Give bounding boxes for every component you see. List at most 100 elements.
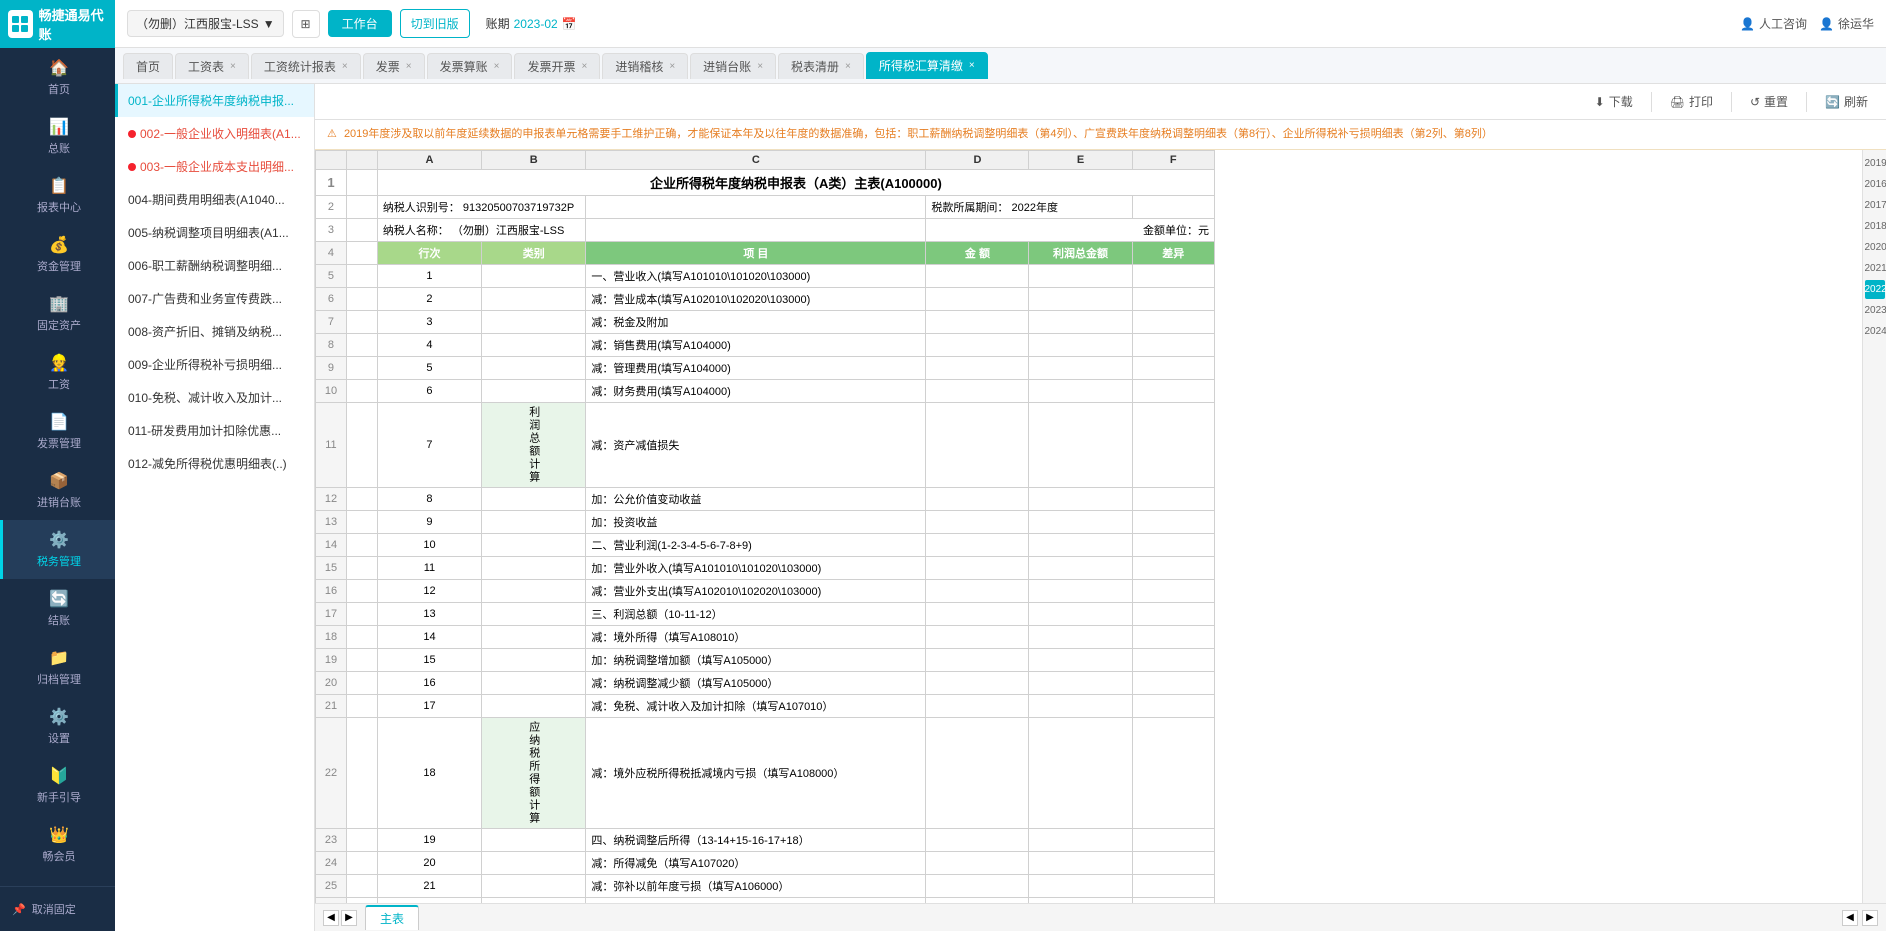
amount-cell[interactable]: [926, 828, 1029, 851]
diff-cell[interactable]: [1132, 533, 1214, 556]
diff-cell[interactable]: [1132, 556, 1214, 579]
reset-button[interactable]: ↺ 重置: [1744, 90, 1794, 113]
profit-cell[interactable]: [1029, 356, 1132, 379]
amount-cell[interactable]: [926, 287, 1029, 310]
profit-cell[interactable]: [1029, 487, 1132, 510]
year-nav-2018[interactable]: 2018: [1865, 217, 1885, 236]
amount-cell[interactable]: [926, 333, 1029, 356]
profit-cell[interactable]: [1029, 264, 1132, 287]
diff-cell[interactable]: [1132, 510, 1214, 533]
tab-payroll[interactable]: 工资表 ×: [175, 53, 249, 79]
user-service-button[interactable]: 👤 人工咨询: [1740, 15, 1807, 32]
form-list-item-011[interactable]: 011-研发费用加计扣除优惠...: [115, 414, 314, 447]
profit-cell[interactable]: [1029, 402, 1132, 487]
tab-income-tax-close[interactable]: ×: [969, 60, 975, 71]
amount-cell[interactable]: [926, 694, 1029, 717]
diff-cell[interactable]: [1132, 264, 1214, 287]
sidebar-item-settings[interactable]: ⚙️ 设置: [0, 697, 115, 756]
profit-cell[interactable]: [1029, 694, 1132, 717]
amount-cell[interactable]: [926, 579, 1029, 602]
profit-cell[interactable]: [1029, 648, 1132, 671]
diff-cell[interactable]: [1132, 356, 1214, 379]
year-nav-2019[interactable]: 2019: [1865, 154, 1885, 173]
old-version-button[interactable]: 切到旧版: [400, 9, 470, 38]
tab-invoice-open-close[interactable]: ×: [581, 61, 587, 72]
sidebar-item-invoice[interactable]: 📄 发票管理: [0, 402, 115, 461]
profit-cell[interactable]: [1029, 851, 1132, 874]
diff-cell[interactable]: [1132, 287, 1214, 310]
amount-cell[interactable]: [926, 402, 1029, 487]
amount-cell[interactable]: [926, 510, 1029, 533]
diff-cell[interactable]: [1132, 602, 1214, 625]
amount-cell[interactable]: [926, 356, 1029, 379]
tab-sales-ledger[interactable]: 进销台账 ×: [690, 53, 776, 79]
profit-cell[interactable]: [1029, 828, 1132, 851]
sidebar-item-tax[interactable]: ⚙️ 税务管理: [0, 520, 115, 579]
download-button[interactable]: ⬇ 下载: [1589, 90, 1639, 113]
tab-home[interactable]: 首页: [123, 53, 173, 79]
diff-cell[interactable]: [1132, 625, 1214, 648]
tab-sales-ledger-close[interactable]: ×: [757, 61, 763, 72]
form-list-item-003[interactable]: 003-一般企业成本支出明细...: [115, 150, 314, 183]
diff-cell[interactable]: [1132, 717, 1214, 828]
diff-cell[interactable]: [1132, 487, 1214, 510]
diff-cell[interactable]: [1132, 579, 1214, 602]
year-nav-2024[interactable]: 2024: [1865, 322, 1885, 341]
amount-cell[interactable]: [926, 671, 1029, 694]
form-list-item-001[interactable]: 001-企业所得税年度纳税申报...: [115, 84, 314, 117]
profit-cell[interactable]: [1029, 602, 1132, 625]
form-list-item-008[interactable]: 008-资产折旧、摊销及纳税...: [115, 315, 314, 348]
diff-cell[interactable]: [1132, 671, 1214, 694]
tab-audit-close[interactable]: ×: [669, 61, 675, 72]
form-list-item-004[interactable]: 004-期间费用明细表(A1040...: [115, 183, 314, 216]
diff-cell[interactable]: [1132, 648, 1214, 671]
diff-cell[interactable]: [1132, 851, 1214, 874]
profit-cell[interactable]: [1029, 671, 1132, 694]
amount-cell[interactable]: [926, 379, 1029, 402]
tab-tax-table-close[interactable]: ×: [845, 61, 851, 72]
diff-cell[interactable]: [1132, 874, 1214, 897]
user-profile[interactable]: 👤 徐运华: [1819, 15, 1874, 32]
form-list-item-005[interactable]: 005-纳税调整项目明细表(A1...: [115, 216, 314, 249]
profit-cell[interactable]: [1029, 579, 1132, 602]
profit-cell[interactable]: [1029, 874, 1132, 897]
profit-cell[interactable]: [1029, 310, 1132, 333]
company-settings-button[interactable]: ⊞: [292, 10, 320, 38]
amount-cell[interactable]: [926, 851, 1029, 874]
year-nav-2021[interactable]: 2021: [1865, 259, 1885, 278]
sidebar-item-sales[interactable]: 📦 进销台账: [0, 461, 115, 520]
diff-cell[interactable]: [1132, 402, 1214, 487]
form-list-item-009[interactable]: 009-企业所得税补亏损明细...: [115, 348, 314, 381]
tab-payroll-close[interactable]: ×: [230, 61, 236, 72]
tab-invoice-calc-close[interactable]: ×: [494, 61, 500, 72]
year-nav-2016[interactable]: 2016: [1865, 175, 1885, 194]
tab-invoice-calc[interactable]: 发票算账 ×: [427, 53, 513, 79]
profit-cell[interactable]: [1029, 625, 1132, 648]
sheet-nav-right[interactable]: ▶: [341, 910, 357, 926]
sheet-tab-main[interactable]: 主表: [365, 905, 419, 930]
profit-cell[interactable]: [1029, 510, 1132, 533]
spreadsheet-wrapper[interactable]: A B C D E F 1: [315, 150, 1862, 904]
amount-cell[interactable]: [926, 487, 1029, 510]
amount-cell[interactable]: [926, 310, 1029, 333]
year-nav-2022[interactable]: 2022: [1865, 280, 1885, 299]
sidebar-item-home[interactable]: 🏠 首页: [0, 48, 115, 107]
sidebar-item-ledger[interactable]: 📊 总账: [0, 107, 115, 166]
print-button[interactable]: 🖨 打印: [1664, 90, 1719, 113]
profit-cell[interactable]: [1029, 556, 1132, 579]
form-list-item-002[interactable]: 002-一般企业收入明细表(A1...: [115, 117, 314, 150]
tab-invoice-close[interactable]: ×: [406, 61, 412, 72]
sidebar-item-close[interactable]: 🔄 结账: [0, 579, 115, 638]
sidebar-item-reports[interactable]: 📋 报表中心: [0, 166, 115, 225]
sidebar-item-archive[interactable]: 📁 归档管理: [0, 638, 115, 697]
sheet-scroll-left[interactable]: ◀: [1842, 910, 1858, 926]
tab-audit[interactable]: 进销稽核 ×: [602, 53, 688, 79]
amount-cell[interactable]: [926, 556, 1029, 579]
amount-cell[interactable]: [926, 717, 1029, 828]
tab-payroll-stat[interactable]: 工资统计报表 ×: [251, 53, 361, 79]
year-nav-2017[interactable]: 2017: [1865, 196, 1885, 215]
diff-cell[interactable]: [1132, 310, 1214, 333]
profit-cell[interactable]: [1029, 717, 1132, 828]
period-value[interactable]: 2023-02: [514, 17, 558, 31]
tab-payroll-stat-close[interactable]: ×: [342, 61, 348, 72]
